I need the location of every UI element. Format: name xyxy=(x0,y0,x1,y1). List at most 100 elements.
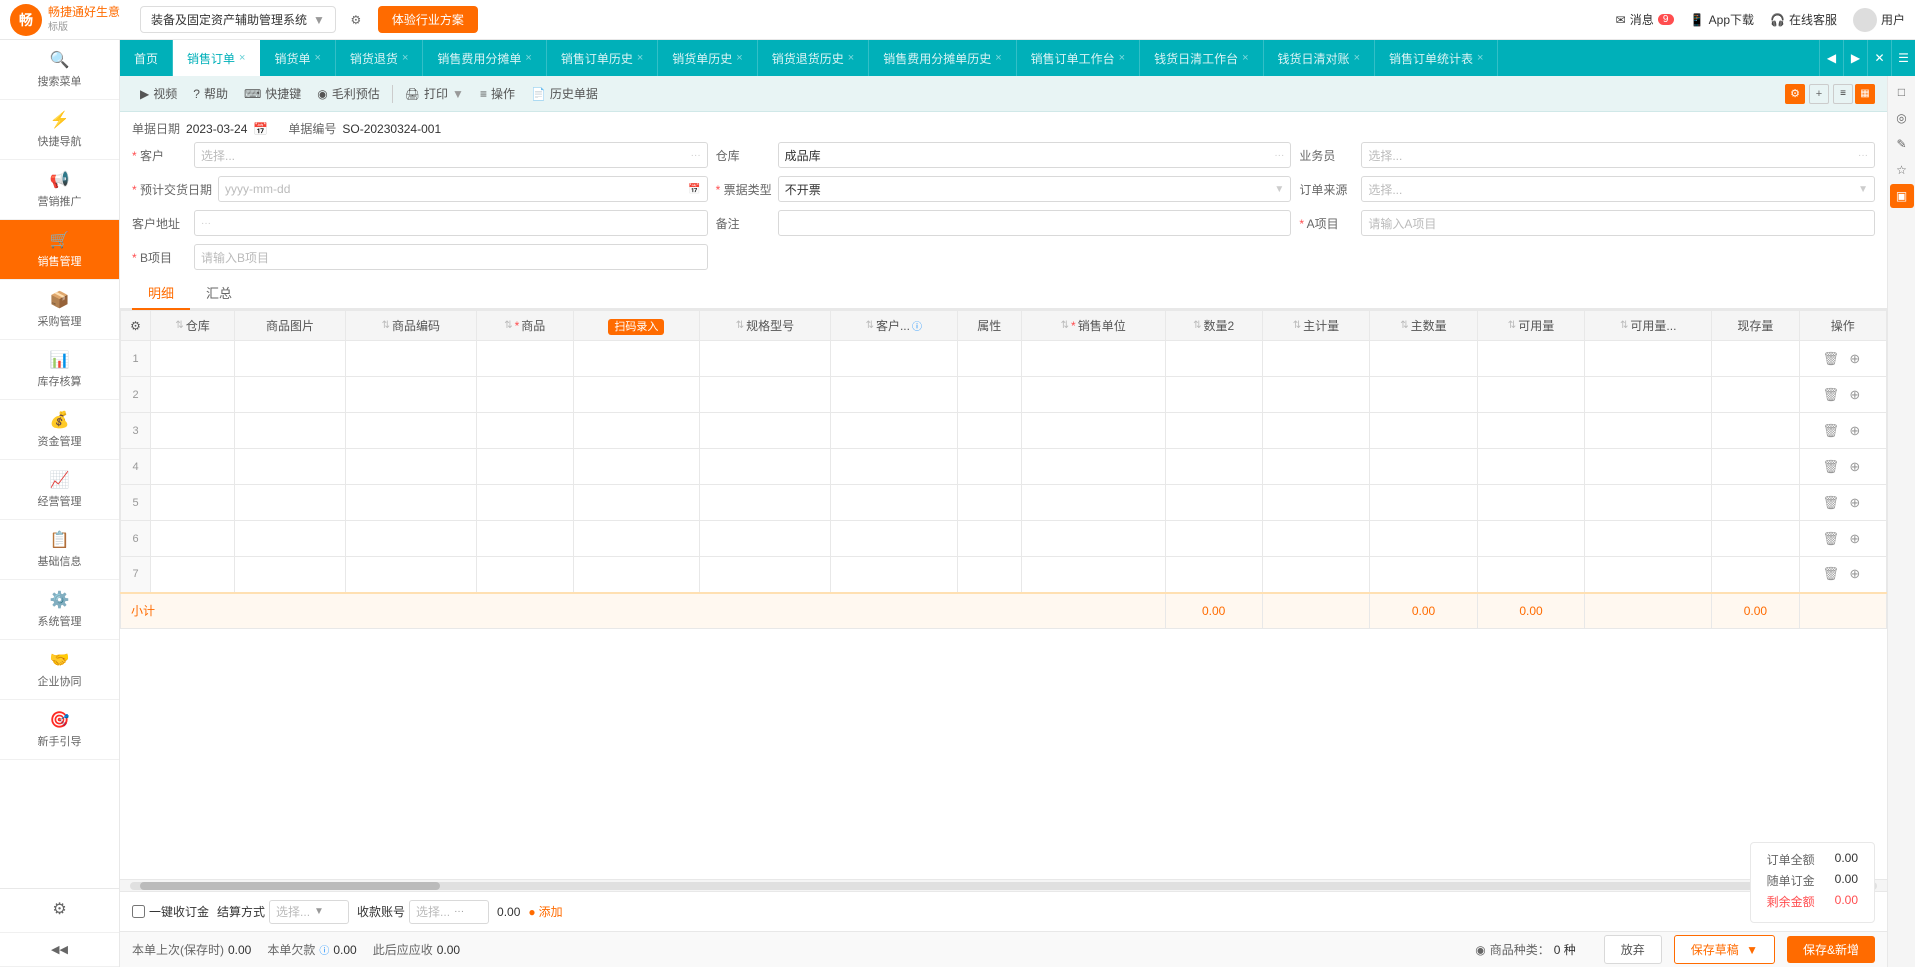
copy-row-icon[interactable]: ⊕ xyxy=(1845,493,1865,513)
row-1-unit[interactable] xyxy=(1021,341,1165,377)
row-1-name[interactable] xyxy=(476,341,573,377)
a-project-input[interactable]: 请输入A项目 xyxy=(1361,210,1875,236)
row-2-code[interactable] xyxy=(345,377,476,413)
row-1-main-unit[interactable] xyxy=(1262,341,1370,377)
tab-mingxi[interactable]: 明细 xyxy=(132,277,190,310)
tab-sales-return[interactable]: 销货退货 × xyxy=(336,40,423,76)
table-wrapper[interactable]: ⚙ ⇅仓库 商品图片 ⇅商品编码 ⇅*商品 扫码录入 ⇅规格型号 ⇅客户... … xyxy=(120,310,1887,879)
grid-view-btn[interactable]: ▦ xyxy=(1855,84,1875,104)
address-input[interactable]: ··· xyxy=(194,210,708,236)
row-1-warehouse[interactable] xyxy=(151,341,235,377)
row-1-customer-code[interactable] xyxy=(830,341,957,377)
th-main-unit[interactable]: ⇅主计量 xyxy=(1262,311,1370,341)
tab-huizong[interactable]: 汇总 xyxy=(190,277,248,310)
operation-btn[interactable]: ≡ 操作 xyxy=(472,82,523,105)
sidebar-item-sales[interactable]: 🛒 销售管理 xyxy=(0,220,119,280)
sidebar-item-marketing[interactable]: 📢 营销推广 xyxy=(0,160,119,220)
tab-order-workbench[interactable]: 销售订单工作台 × xyxy=(1017,40,1140,76)
date-value[interactable]: 2023-03-24 xyxy=(186,122,247,136)
invoice-select[interactable]: 不开票 ▼ xyxy=(778,176,1292,202)
row-1-spec[interactable] xyxy=(700,341,831,377)
save-new-button[interactable]: 保存&新增 xyxy=(1787,936,1875,963)
sidebar-settings-btn[interactable]: ⚙ xyxy=(0,889,119,933)
nav-menu-btn[interactable]: ☰ xyxy=(1891,40,1915,76)
user-btn[interactable]: 用户 xyxy=(1853,8,1905,32)
th-available2[interactable]: ⇅可用量... xyxy=(1585,311,1712,341)
tab-close-icon[interactable]: × xyxy=(1354,52,1360,64)
history-btn[interactable]: 📄 历史单据 xyxy=(523,82,606,105)
tab-return-history[interactable]: 销货退货历史 × xyxy=(758,40,869,76)
invoice-arrow[interactable]: ▼ xyxy=(1274,184,1284,195)
calendar-icon[interactable]: 📅 xyxy=(253,122,268,136)
delete-row-icon[interactable]: 🗑 xyxy=(1821,493,1841,513)
system-selector[interactable]: 装备及固定资产辅助管理系统 ▼ xyxy=(140,6,336,33)
nav-close-all-btn[interactable]: ✕ xyxy=(1867,40,1891,76)
address-ellipsis[interactable]: ··· xyxy=(201,218,211,229)
print-dropdown-icon[interactable]: ▼ xyxy=(452,87,464,101)
warehouse-ellipsis[interactable]: ··· xyxy=(1274,150,1284,161)
row-2-customer-code[interactable] xyxy=(830,377,957,413)
sidebar-item-finance[interactable]: 💰 资金管理 xyxy=(0,400,119,460)
right-panel-btn-3[interactable]: ✎ xyxy=(1890,132,1914,156)
app-download-btn[interactable]: 📱 App下载 xyxy=(1690,11,1754,28)
tab-close-icon[interactable]: × xyxy=(402,52,408,64)
sidebar-collapse-btn[interactable]: ◀◀ xyxy=(0,933,119,967)
discard-button[interactable]: 放弃 xyxy=(1604,935,1662,964)
th-available[interactable]: ⇅可用量 xyxy=(1477,311,1585,341)
customer-input[interactable]: 选择... ··· xyxy=(194,142,708,168)
th-warehouse[interactable]: ⇅仓库 xyxy=(151,311,235,341)
sidebar-item-guide[interactable]: 🎯 新手引导 xyxy=(0,700,119,760)
help-btn[interactable]: ? 帮助 xyxy=(185,82,236,105)
sidebar-item-purchase[interactable]: 📦 采购管理 xyxy=(0,280,119,340)
order-source-input[interactable]: 选择... ▼ xyxy=(1361,176,1875,202)
sidebar-item-collab[interactable]: 🤝 企业协同 xyxy=(0,640,119,700)
delete-row-icon[interactable]: 🗑 xyxy=(1821,349,1841,369)
th-code[interactable]: ⇅商品编码 xyxy=(345,311,476,341)
row-2-warehouse[interactable] xyxy=(151,377,235,413)
right-panel-btn-2[interactable]: ◎ xyxy=(1890,106,1914,130)
industry-button[interactable]: 体验行业方案 xyxy=(378,6,478,33)
th-spec[interactable]: ⇅规格型号 xyxy=(700,311,831,341)
tab-close-icon[interactable]: × xyxy=(1119,52,1125,64)
row-1-code[interactable] xyxy=(345,341,476,377)
row-2-unit[interactable] xyxy=(1021,377,1165,413)
customer-ellipsis[interactable]: ··· xyxy=(691,150,701,161)
th-unit[interactable]: ⇅*销售单位 xyxy=(1021,311,1165,341)
warehouse-input[interactable]: 成品库 ··· xyxy=(778,142,1292,168)
right-panel-btn-4[interactable]: ☆ xyxy=(1890,158,1914,182)
th-settings[interactable]: ⚙ xyxy=(121,311,151,341)
tab-close-icon[interactable]: × xyxy=(637,52,643,64)
row-2-attribute[interactable] xyxy=(957,377,1021,413)
tab-close-icon[interactable]: × xyxy=(314,52,320,64)
copy-row-icon[interactable]: ⊕ xyxy=(1845,457,1865,477)
sidebar-item-operations[interactable]: 📈 经营管理 xyxy=(0,460,119,520)
row-1-attribute[interactable] xyxy=(957,341,1021,377)
copy-row-icon[interactable]: ⊕ xyxy=(1845,385,1865,405)
calendar-small-icon[interactable]: 📅 xyxy=(688,184,700,195)
delete-row-icon[interactable]: 🗑 xyxy=(1821,529,1841,549)
delete-row-icon[interactable]: 🗑 xyxy=(1821,421,1841,441)
tab-order-history[interactable]: 销售订单历史 × xyxy=(547,40,658,76)
horizontal-scrollbar[interactable] xyxy=(120,879,1887,891)
account-select[interactable]: 选择... ··· xyxy=(409,900,489,924)
tab-sales-expense[interactable]: 销售费用分摊单 × xyxy=(423,40,546,76)
th-customer-code[interactable]: ⇅客户... ⓘ xyxy=(830,311,957,341)
th-name[interactable]: ⇅*商品 xyxy=(476,311,573,341)
view-video-btn[interactable]: ▶ 视频 xyxy=(132,82,185,105)
list-view-btn[interactable]: ≡ xyxy=(1833,84,1853,104)
tab-sales-goods[interactable]: 销货单 × xyxy=(260,40,335,76)
method-select[interactable]: 选择... ▼ xyxy=(269,900,349,924)
sidebar-item-quicknav[interactable]: ⚡ 快捷导航 xyxy=(0,100,119,160)
shortcut-btn[interactable]: ⌨ 快捷键 xyxy=(236,82,309,105)
profit-btn[interactable]: ◉ 毛利预估 xyxy=(309,82,388,105)
tab-goods-history[interactable]: 销货单历史 × xyxy=(658,40,757,76)
delete-row-icon[interactable]: 🗑 xyxy=(1821,457,1841,477)
save-draft-button[interactable]: 保存草稿 ▼ xyxy=(1674,935,1775,964)
tab-sales-order[interactable]: 销售订单 × xyxy=(173,40,260,76)
row-2-name[interactable] xyxy=(476,377,573,413)
copy-row-icon[interactable]: ⊕ xyxy=(1845,421,1865,441)
salesperson-ellipsis[interactable]: ··· xyxy=(1858,150,1868,161)
right-panel-btn-1[interactable]: □ xyxy=(1890,80,1914,104)
tab-close-icon[interactable]: × xyxy=(525,52,531,64)
copy-row-icon[interactable]: ⊕ xyxy=(1845,564,1865,584)
